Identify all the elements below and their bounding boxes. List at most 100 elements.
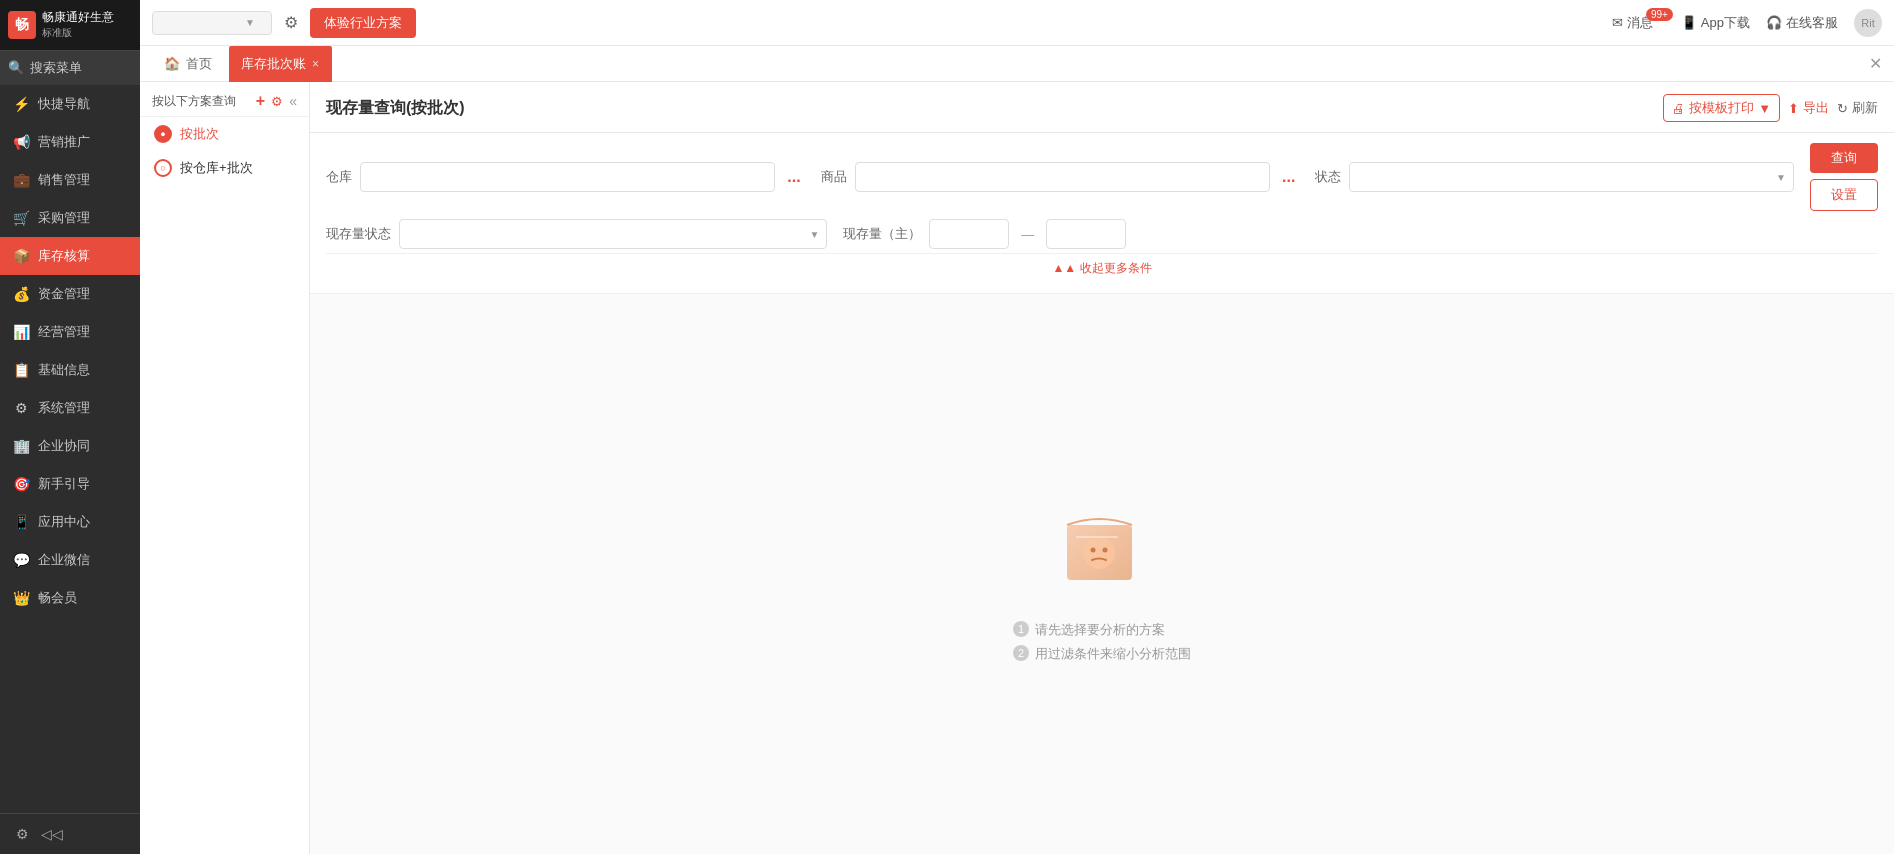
page-header-actions: 🖨 按模板打印 ▼ ⬆ 导出 ↻ 刷新 [1663, 94, 1878, 122]
sidebar-item-inventory[interactable]: 📦 库存核算 [0, 237, 140, 275]
scheme-warehouse-batch-icon: ○ [154, 159, 172, 177]
collapse-panel-icon[interactable]: « [289, 93, 297, 109]
query-button[interactable]: 查询 [1810, 143, 1878, 173]
svg-point-1 [1083, 537, 1115, 569]
operation-icon: 📊 [12, 323, 30, 341]
export-label: 导出 [1803, 99, 1829, 117]
inventory-qty-label: 现存量（主） [843, 225, 921, 243]
collapse-filter-bar[interactable]: ▲▲ 收起更多条件 [326, 253, 1878, 283]
sidebar-item-label: 资金管理 [38, 285, 90, 303]
collapse-label: 收起更多条件 [1080, 261, 1152, 275]
headset-icon: 🎧 [1766, 15, 1782, 30]
filter-product: 商品 ... [821, 162, 1300, 192]
hint-num-2: 2 [1013, 645, 1029, 661]
sidebar-item-member[interactable]: 👑 畅会员 [0, 579, 140, 617]
message-button[interactable]: ✉ 消息 99+ [1612, 14, 1665, 32]
sidebar-item-sales[interactable]: 💼 销售管理 [0, 161, 140, 199]
left-panel-header: 按以下方案查询 + ⚙ « [140, 82, 309, 117]
message-badge: 99+ [1646, 8, 1673, 21]
topbar-right: ✉ 消息 99+ 📱 App下载 🎧 在线客服 Rit [1612, 9, 1882, 37]
right-panel: 现存量查询(按批次) 🖨 按模板打印 ▼ ⬆ 导出 ↻ [310, 82, 1894, 854]
svg-point-2 [1091, 548, 1096, 553]
warehouse-label: 仓库 [326, 168, 352, 186]
settings-bottom-icon[interactable]: ⚙ [12, 824, 32, 844]
experience-button[interactable]: 体验行业方案 [310, 8, 416, 38]
product-label: 商品 [821, 168, 847, 186]
sidebar-item-wechat[interactable]: 💬 企业微信 [0, 541, 140, 579]
sidebar-item-guide[interactable]: 🎯 新手引导 [0, 465, 140, 503]
tab-close-all[interactable]: ✕ [1869, 54, 1882, 73]
member-icon: 👑 [12, 589, 30, 607]
sidebar-item-operation[interactable]: 📊 经营管理 [0, 313, 140, 351]
sidebar-item-finance[interactable]: 💰 资金管理 [0, 275, 140, 313]
app-download-button[interactable]: 📱 App下载 [1681, 14, 1750, 32]
sidebar-header: 畅 畅康通好生意 标准版 [0, 0, 140, 51]
topbar-search-box[interactable]: ▼ [152, 11, 272, 35]
refresh-icon: ↻ [1837, 101, 1848, 116]
refresh-label: 刷新 [1852, 99, 1878, 117]
scheme-item-warehouse-batch[interactable]: ○ 按仓库+批次 [140, 151, 309, 185]
user-avatar: Rit [1854, 9, 1882, 37]
topbar-search-input[interactable] [161, 16, 241, 30]
sidebar-item-marketing[interactable]: 📢 营销推广 [0, 123, 140, 161]
sidebar-item-label: 企业协同 [38, 437, 90, 455]
warehouse-dots[interactable]: ... [783, 168, 804, 186]
inventory-qty-max[interactable] [1046, 219, 1126, 249]
user-menu[interactable]: Rit [1854, 9, 1882, 37]
left-panel-actions: + ⚙ « [256, 92, 297, 110]
export-icon: ⬆ [1788, 101, 1799, 116]
tab-bar: 🏠 首页 库存批次账 × ✕ [140, 46, 1894, 82]
collapse-sidebar-icon[interactable]: ◁◁ [42, 824, 62, 844]
sidebar: 畅 畅康通好生意 标准版 🔍 搜索菜单 ⚡ 快捷导航 📢 营销推广 💼 销售管理… [0, 0, 140, 854]
product-input[interactable] [855, 162, 1270, 192]
sidebar-nav: ⚡ 快捷导航 📢 营销推广 💼 销售管理 🛒 采购管理 📦 库存核算 💰 资金管… [0, 85, 140, 813]
online-service-button[interactable]: 🎧 在线客服 [1766, 14, 1838, 32]
apps-icon: 📱 [12, 513, 30, 531]
inventory-status-select[interactable] [399, 219, 827, 249]
tab-home[interactable]: 🏠 首页 [152, 46, 225, 82]
svg-point-3 [1103, 548, 1108, 553]
sidebar-item-apps[interactable]: 📱 应用中心 [0, 503, 140, 541]
status-select[interactable] [1349, 162, 1794, 192]
filter-inventory-qty: 现存量（主） — [843, 219, 1344, 249]
empty-illustration [1042, 485, 1162, 605]
sidebar-item-label: 营销推广 [38, 133, 90, 151]
dropdown-arrow-icon[interactable]: ▼ [245, 17, 255, 28]
page-header: 现存量查询(按批次) 🖨 按模板打印 ▼ ⬆ 导出 ↻ [310, 82, 1894, 133]
sidebar-item-basic[interactable]: 📋 基础信息 [0, 351, 140, 389]
search-label: 搜索菜单 [30, 59, 82, 77]
topbar: ▼ ⚙ 体验行业方案 ✉ 消息 99+ 📱 App下载 🎧 在线客服 Rit [140, 0, 1894, 46]
inventory-qty-min[interactable] [929, 219, 1009, 249]
sidebar-item-quick-nav[interactable]: ⚡ 快捷导航 [0, 85, 140, 123]
print-button[interactable]: 🖨 按模板打印 ▼ [1663, 94, 1780, 122]
marketing-icon: 📢 [12, 133, 30, 151]
print-dropdown-icon[interactable]: ▼ [1758, 101, 1771, 116]
online-service-label: 在线客服 [1786, 14, 1838, 32]
filter-area: 仓库 ... 商品 ... 状态 [310, 133, 1894, 294]
sidebar-item-label: 畅会员 [38, 589, 77, 607]
app-download-icon: 📱 [1681, 15, 1697, 30]
sidebar-item-enterprise[interactable]: 🏢 企业协同 [0, 427, 140, 465]
scheme-settings-icon[interactable]: ⚙ [271, 94, 283, 109]
tab-inventory-batch[interactable]: 库存批次账 × [229, 46, 332, 82]
tab-home-label: 首页 [186, 55, 212, 73]
sidebar-item-label: 企业微信 [38, 551, 90, 569]
scheme-item-batch[interactable]: ● 按批次 [140, 117, 309, 151]
sidebar-item-purchase[interactable]: 🛒 采购管理 [0, 199, 140, 237]
export-button[interactable]: ⬆ 导出 [1788, 99, 1829, 117]
add-scheme-icon[interactable]: + [256, 92, 265, 110]
sidebar-search[interactable]: 🔍 搜索菜单 [0, 51, 140, 85]
refresh-button[interactable]: ↻ 刷新 [1837, 99, 1878, 117]
warehouse-input[interactable] [360, 162, 775, 192]
sidebar-item-label: 销售管理 [38, 171, 90, 189]
sidebar-item-system[interactable]: ⚙ 系统管理 [0, 389, 140, 427]
product-dots[interactable]: ... [1278, 168, 1299, 186]
status-label: 状态 [1315, 168, 1341, 186]
filter-settings-button[interactable]: 设置 [1810, 179, 1878, 211]
sidebar-item-label: 采购管理 [38, 209, 90, 227]
tab-close-icon[interactable]: × [312, 57, 319, 71]
topbar-gear-icon[interactable]: ⚙ [280, 9, 302, 36]
sidebar-bottom: ⚙ ◁◁ [0, 813, 140, 854]
filter-action-buttons: 查询 设置 [1810, 143, 1878, 211]
sidebar-item-label: 快捷导航 [38, 95, 90, 113]
